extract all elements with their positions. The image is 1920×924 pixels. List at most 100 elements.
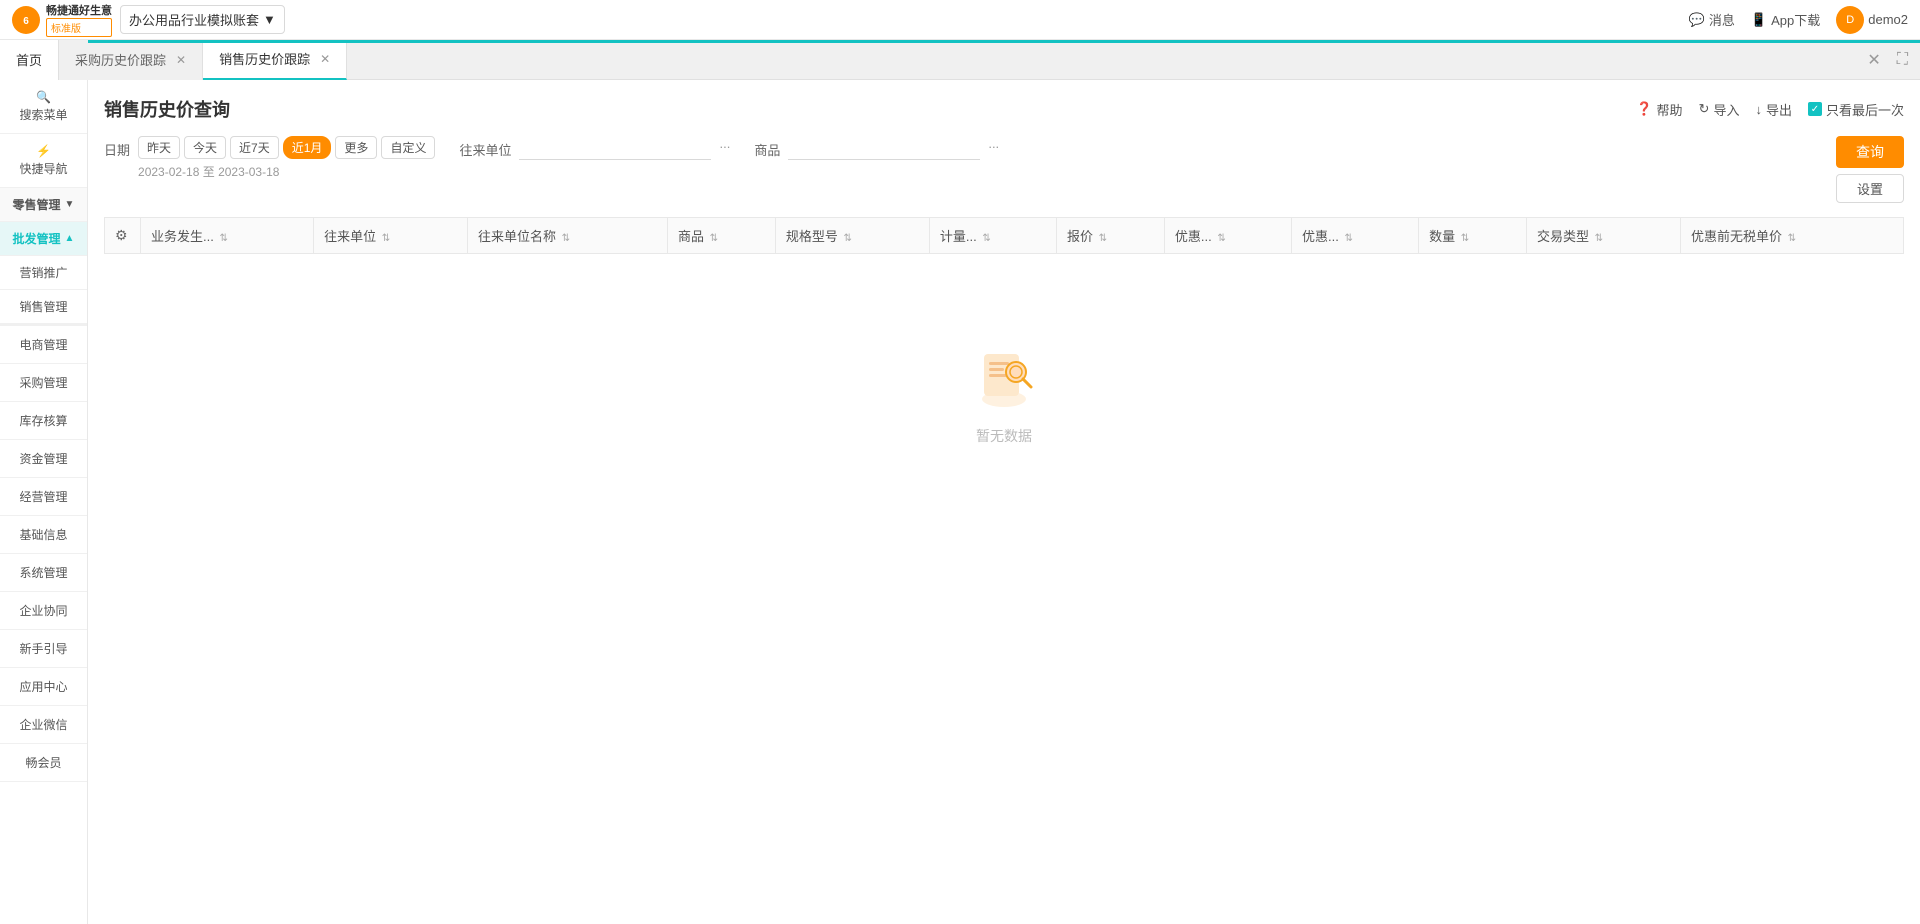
help-icon: ❓: [1636, 101, 1652, 117]
date-btn-more[interactable]: 更多: [335, 136, 377, 159]
table-col-unit[interactable]: 计量... ⇅: [929, 218, 1056, 254]
sidebar-item-purchase-mgmt[interactable]: 采购管理: [0, 364, 87, 402]
page-title-bar: 销售历史价查询 ❓ 帮助 ↻ 导入 ↓ 导出 ✓: [104, 96, 1904, 122]
table-col-qty[interactable]: 数量 ⇅: [1419, 218, 1527, 254]
date-btn-7days[interactable]: 近7天: [230, 136, 279, 159]
sidebar-label-finance-mgmt: 资金管理: [19, 450, 67, 467]
sidebar-item-wholesale-mgmt[interactable]: 批发管理 ▲: [0, 222, 87, 256]
sidebar-label-search-menu: 搜索菜单: [19, 106, 67, 123]
sidebar: 🔍 搜索菜单 ⚡ 快捷导航 零售管理 ▼ 批发管理 ▲ 营销推广 销售管理 电商…: [0, 80, 88, 924]
purchase-tab-label: 采购历史价跟踪: [75, 50, 166, 69]
import-btn[interactable]: ↻ 导入: [1699, 100, 1740, 119]
sort-icon-product: ⇅: [710, 233, 718, 244]
phone-icon: 📱: [1751, 12, 1767, 28]
sidebar-item-finance-mgmt[interactable]: 资金管理: [0, 440, 87, 478]
sort-icon-partner-name: ⇅: [562, 233, 570, 244]
table-header-row: ⚙ 业务发生... ⇅ 往来单位 ⇅ 往来单位名称: [105, 218, 1904, 254]
tab-bar: 首页 采购历史价跟踪 ✕ 销售历史价跟踪 ✕ ✕ ⛶: [0, 40, 1920, 80]
sidebar-item-member-club[interactable]: 畅会员: [0, 744, 87, 782]
sidebar-label-enterprise-wechat: 企业微信: [19, 716, 67, 733]
table-col-trade-type[interactable]: 交易类型 ⇅: [1527, 218, 1681, 254]
table-col-partner-name[interactable]: 往来单位名称 ⇅: [468, 218, 668, 254]
date-btn-today[interactable]: 今天: [184, 136, 226, 159]
sort-icon-unit: ⇅: [982, 233, 990, 244]
product-input[interactable]: [788, 136, 980, 160]
table-col-discount2[interactable]: 优惠... ⇅: [1291, 218, 1418, 254]
date-btn-1month[interactable]: 近1月: [283, 136, 332, 159]
table-col-product[interactable]: 商品 ⇅: [667, 218, 775, 254]
empty-icon: [964, 334, 1044, 414]
settings-button[interactable]: 设置: [1836, 174, 1904, 203]
sidebar-item-sales-mgmt[interactable]: 销售管理: [0, 290, 87, 324]
sales-tab-close-icon[interactable]: ✕: [320, 52, 330, 66]
product-filter-label: 商品: [754, 136, 780, 159]
table-container: ⚙ 业务发生... ⇅ 往来单位 ⇅ 往来单位名称: [104, 217, 1904, 908]
message-btn[interactable]: 💬 消息: [1689, 10, 1735, 29]
export-btn[interactable]: ↓ 导出: [1755, 100, 1792, 119]
sidebar-label-quick-nav: 快捷导航: [19, 160, 67, 177]
sidebar-item-enterprise-collab[interactable]: 企业协同: [0, 592, 87, 630]
date-btn-custom[interactable]: 自定义: [381, 136, 435, 159]
date-filter-label: 日期: [104, 136, 130, 159]
sidebar-item-basic-info[interactable]: 基础信息: [0, 516, 87, 554]
sidebar-label-basic-info: 基础信息: [19, 526, 67, 543]
table-col-biz-date[interactable]: 业务发生... ⇅: [141, 218, 314, 254]
close-tab-icon[interactable]: ✕: [1863, 46, 1884, 74]
purchase-tab-close-icon[interactable]: ✕: [176, 53, 186, 67]
tab-actions: ✕ ⛶: [1855, 46, 1920, 74]
sort-icon-pre-discount-price: ⇅: [1788, 233, 1796, 244]
gear-icon[interactable]: ⚙: [115, 227, 128, 243]
sidebar-item-search-menu[interactable]: 🔍 搜索菜单: [0, 80, 87, 134]
filter-row: 日期 昨天 今天 近7天 近1月 更多 自定义 2023-02-18 至 202…: [104, 136, 1904, 203]
table-col-spec[interactable]: 规格型号 ⇅: [775, 218, 929, 254]
tab-purchase-history[interactable]: 采购历史价跟踪 ✕: [59, 40, 203, 80]
table-col-partner-code[interactable]: 往来单位 ⇅: [314, 218, 468, 254]
partner-filter-group: 往来单位 ...: [459, 136, 730, 160]
filter-right-actions: 查询 设置: [1836, 136, 1904, 203]
table-col-discount1[interactable]: 优惠... ⇅: [1164, 218, 1291, 254]
last-only-checkbox[interactable]: ✓ 只看最后一次: [1808, 100, 1904, 119]
tab-home[interactable]: 首页: [0, 40, 59, 80]
table-col-settings[interactable]: ⚙: [105, 218, 141, 254]
sidebar-label-wholesale-mgmt: 批发管理: [13, 230, 61, 247]
logo-text: 畅捷通好生意 标准版: [46, 2, 112, 37]
company-dropdown[interactable]: 办公用品行业模拟账套 ▼: [120, 5, 285, 34]
wholesale-arrow-icon: ▲: [65, 233, 75, 244]
tab-sales-history[interactable]: 销售历史价跟踪 ✕: [203, 40, 347, 80]
top-header: 6 畅捷通好生意 标准版 办公用品行业模拟账套 ▼ 💬 消息 📱 App下载 D…: [0, 0, 1920, 40]
sidebar-item-marketing[interactable]: 营销推广: [0, 256, 87, 290]
avatar: D: [1836, 6, 1864, 34]
search-button[interactable]: 查询: [1836, 136, 1904, 168]
sidebar-item-ecommerce-mgmt[interactable]: 电商管理: [0, 324, 87, 364]
sidebar-item-inventory[interactable]: 库存核算: [0, 402, 87, 440]
partner-input[interactable]: [519, 136, 711, 160]
help-btn[interactable]: ❓ 帮助: [1636, 100, 1682, 119]
sales-tab-label: 销售历史价跟踪: [219, 49, 310, 68]
content-area: 销售历史价查询 ❓ 帮助 ↻ 导入 ↓ 导出 ✓: [88, 80, 1920, 924]
sidebar-label-purchase-mgmt: 采购管理: [19, 374, 67, 391]
sidebar-item-enterprise-wechat[interactable]: 企业微信: [0, 706, 87, 744]
date-filter-group: 日期 昨天 今天 近7天 近1月 更多 自定义 2023-02-18 至 202…: [104, 136, 435, 180]
date-btn-yesterday[interactable]: 昨天: [138, 136, 180, 159]
sidebar-item-quick-nav[interactable]: ⚡ 快捷导航: [0, 134, 87, 188]
sort-icon-spec: ⇅: [844, 233, 852, 244]
date-buttons: 昨天 今天 近7天 近1月 更多 自定义 2023-02-18 至 2023-0…: [138, 136, 435, 180]
sidebar-label-inventory: 库存核算: [19, 412, 67, 429]
table-col-pre-discount-price[interactable]: 优惠前无税单价 ⇅: [1680, 218, 1903, 254]
sidebar-label-app-center: 应用中心: [19, 678, 67, 695]
empty-text: 暂无数据: [976, 426, 1032, 446]
table-col-quote[interactable]: 报价 ⇅: [1056, 218, 1164, 254]
nav-icon: ⚡: [36, 144, 51, 158]
user-avatar-btn[interactable]: D demo2: [1836, 6, 1908, 34]
sidebar-label-operations-mgmt: 经营管理: [19, 488, 67, 505]
sidebar-item-retail-mgmt[interactable]: 零售管理 ▼: [0, 188, 87, 222]
product-filter-group: 商品 ...: [754, 136, 999, 160]
sidebar-item-operations-mgmt[interactable]: 经营管理: [0, 478, 87, 516]
app-download-btn[interactable]: 📱 App下载: [1751, 10, 1820, 29]
sidebar-label-ecommerce-mgmt: 电商管理: [19, 336, 67, 353]
search-icon: 🔍: [36, 90, 51, 104]
sidebar-item-app-center[interactable]: 应用中心: [0, 668, 87, 706]
sidebar-item-new-guide[interactable]: 新手引导: [0, 630, 87, 668]
maximize-icon[interactable]: ⛶: [1893, 47, 1912, 73]
sidebar-item-system-mgmt[interactable]: 系统管理: [0, 554, 87, 592]
